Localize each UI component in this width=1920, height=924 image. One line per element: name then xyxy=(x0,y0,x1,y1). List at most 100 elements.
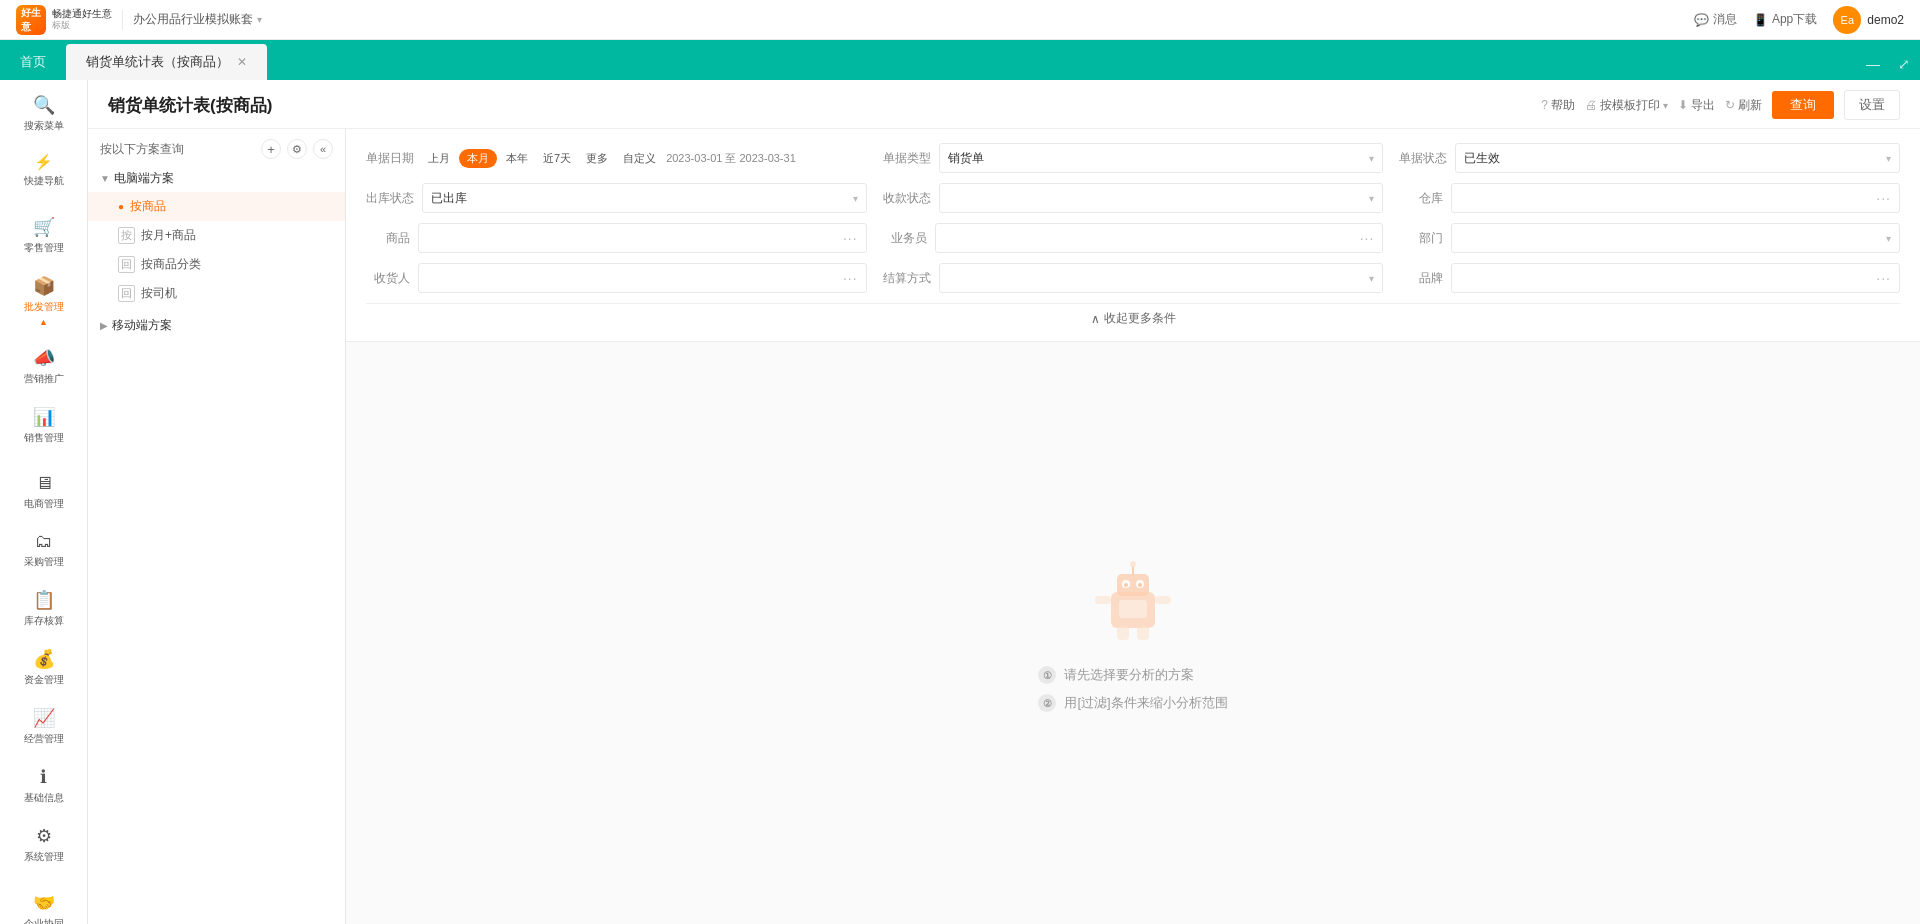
tab-close-icon[interactable]: ✕ xyxy=(237,55,247,69)
tab-minimize-btn[interactable]: — xyxy=(1858,56,1888,72)
dept-select[interactable]: ▾ xyxy=(1451,223,1900,253)
mobile-section-label: 移动端方案 xyxy=(112,317,172,334)
refresh-icon: ↻ xyxy=(1725,98,1735,112)
app-download-btn[interactable]: 📱 App下载 xyxy=(1753,11,1817,28)
date-label: 单据日期 xyxy=(366,150,422,167)
sidebar-item-basic-info[interactable]: ℹ 基础信息 xyxy=(0,756,87,815)
scheme-item-product[interactable]: ● 按商品 xyxy=(88,192,345,221)
product-filter-label: 商品 xyxy=(366,230,418,247)
sidebar-item-operations[interactable]: 📈 经营管理 xyxy=(0,697,87,756)
sidebar-item-sales[interactable]: 📊 销售管理 xyxy=(0,396,87,455)
retail-icon: 🛒 xyxy=(33,216,55,238)
doc-status-dropdown-icon: ▾ xyxy=(1886,153,1891,164)
dept-dropdown-icon: ▾ xyxy=(1886,233,1891,244)
workspace-dropdown-icon: ▾ xyxy=(257,14,262,25)
driver-icon: 回 xyxy=(118,285,135,302)
svg-rect-9 xyxy=(1155,596,1171,604)
doc-type-label: 单据类型 xyxy=(883,150,939,167)
enterprise-icon: 🤝 xyxy=(33,892,55,914)
salesperson-dots-icon: ··· xyxy=(1360,230,1375,246)
svg-rect-8 xyxy=(1095,596,1111,604)
sidebar-item-system[interactable]: ⚙ 系统管理 xyxy=(0,815,87,874)
receiver-input[interactable]: ··· xyxy=(418,263,867,293)
message-btn[interactable]: 💬 消息 xyxy=(1694,11,1737,28)
workspace-selector[interactable]: 办公用品行业模拟账套 ▾ xyxy=(133,11,262,28)
tab-home[interactable]: 首页 xyxy=(0,44,66,80)
mobile-section-header[interactable]: ▶ 移动端方案 xyxy=(88,312,345,339)
doc-type-dropdown-icon: ▾ xyxy=(1369,153,1374,164)
sidebar-item-inventory[interactable]: 📋 库存核算 xyxy=(0,579,87,638)
sidebar-item-quick-nav[interactable]: ⚡ 快捷导航 xyxy=(0,143,87,198)
export-icon: ⬇ xyxy=(1678,98,1688,112)
doc-type-select[interactable]: 销货单 ▾ xyxy=(939,143,1384,173)
brand-dots-icon: ··· xyxy=(1876,270,1891,286)
sidebar-item-marketing[interactable]: 📣 营销推广 xyxy=(0,337,87,396)
date-tab-this-year[interactable]: 本年 xyxy=(500,149,534,168)
sidebar-item-finance[interactable]: 💰 资金管理 xyxy=(0,638,87,697)
tab-maximize-btn[interactable]: ⤢ xyxy=(1888,56,1920,72)
basic-info-icon: ℹ xyxy=(40,766,47,788)
export-btn[interactable]: ⬇ 导出 xyxy=(1678,97,1715,114)
warehouse-input[interactable]: ··· xyxy=(1451,183,1900,213)
receiver-dots-icon: ··· xyxy=(843,270,858,286)
date-tab-prev-month[interactable]: 上月 xyxy=(422,149,456,168)
system-icon: ⚙ xyxy=(36,825,52,847)
panel-settings-btn[interactable]: ⚙ xyxy=(287,139,307,159)
panel-collapse-btn[interactable]: « xyxy=(313,139,333,159)
operations-icon: 📈 xyxy=(33,707,55,729)
date-tab-more[interactable]: 更多 xyxy=(580,149,614,168)
svg-point-4 xyxy=(1124,583,1128,587)
logo-text: 畅捷通好生意 标版 xyxy=(52,7,112,32)
out-status-select[interactable]: 已出库 ▾ xyxy=(422,183,867,213)
tip-num1: ① xyxy=(1038,666,1056,684)
help-btn[interactable]: ? 帮助 xyxy=(1541,97,1575,114)
refresh-btn[interactable]: ↻ 刷新 xyxy=(1725,97,1762,114)
panel-add-btn[interactable]: + xyxy=(261,139,281,159)
tab-stats[interactable]: 销货单统计表（按商品） ✕ xyxy=(66,44,267,80)
sidebar-item-ecommerce[interactable]: 🖥 电商管理 xyxy=(0,463,87,521)
sidebar-item-wholesale[interactable]: 📦 批发管理 ▲ xyxy=(0,265,87,337)
doc-status-label: 单据状态 xyxy=(1399,150,1455,167)
user-area[interactable]: Ea demo2 xyxy=(1833,6,1904,34)
sidebar-item-enterprise[interactable]: 🤝 企业协同 xyxy=(0,882,87,924)
sidebar-item-retail[interactable]: 🛒 零售管理 xyxy=(0,206,87,265)
query-button[interactable]: 查询 xyxy=(1772,91,1834,119)
product-dots-icon: ··· xyxy=(843,230,858,246)
collect-status-select[interactable]: ▾ xyxy=(939,183,1384,213)
scheme-item-category[interactable]: 回 按商品分类 xyxy=(88,250,345,279)
marketing-icon: 📣 xyxy=(33,347,55,369)
product-input[interactable]: ··· xyxy=(418,223,867,253)
svg-point-5 xyxy=(1138,583,1142,587)
date-tab-this-month[interactable]: 本月 xyxy=(459,149,497,168)
svg-rect-10 xyxy=(1117,626,1129,640)
user-name: demo2 xyxy=(1867,13,1904,27)
svg-rect-1 xyxy=(1117,574,1149,596)
settlement-dropdown-icon: ▾ xyxy=(1369,273,1374,284)
date-tab-custom[interactable]: 自定义 xyxy=(617,149,662,168)
receiver-label: 收货人 xyxy=(366,270,418,287)
scheme-item-driver[interactable]: 回 按司机 xyxy=(88,279,345,308)
empty-tip2: 用[过滤]条件来缩小分析范围 xyxy=(1064,694,1227,712)
desktop-section-header[interactable]: ▼ 电脑端方案 xyxy=(88,165,345,192)
settings-button[interactable]: 设置 xyxy=(1844,90,1900,120)
product-active-icon: ● xyxy=(118,201,124,212)
message-icon: 💬 xyxy=(1694,13,1709,27)
mobile-section: ▶ 移动端方案 xyxy=(88,312,345,339)
sidebar-item-purchase[interactable]: 🗂 采购管理 xyxy=(0,521,87,579)
out-status-dropdown-icon: ▾ xyxy=(853,193,858,204)
dept-label: 部门 xyxy=(1399,230,1451,247)
brand-input[interactable]: ··· xyxy=(1451,263,1900,293)
date-tab-7days[interactable]: 近7天 xyxy=(537,149,577,168)
collapse-filters-btn[interactable]: ∧ 收起更多条件 xyxy=(1091,310,1176,327)
empty-tips: ① 请先选择要分析的方案 ② 用[过滤]条件来缩小分析范围 xyxy=(1038,666,1227,712)
category-icon: 回 xyxy=(118,256,135,273)
doc-status-select[interactable]: 已生效 ▾ xyxy=(1455,143,1900,173)
doc-status-value: 已生效 xyxy=(1464,150,1500,167)
settlement-select[interactable]: ▾ xyxy=(939,263,1384,293)
sidebar-item-search-menu[interactable]: 🔍 搜索菜单 xyxy=(0,84,87,143)
doc-type-value: 销货单 xyxy=(948,150,984,167)
salesperson-input[interactable]: ··· xyxy=(935,223,1384,253)
print-btn[interactable]: 🖨 按模板打印 ▾ xyxy=(1585,97,1668,114)
scheme-item-month-product[interactable]: 按 按月+商品 xyxy=(88,221,345,250)
out-status-value: 已出库 xyxy=(431,190,467,207)
